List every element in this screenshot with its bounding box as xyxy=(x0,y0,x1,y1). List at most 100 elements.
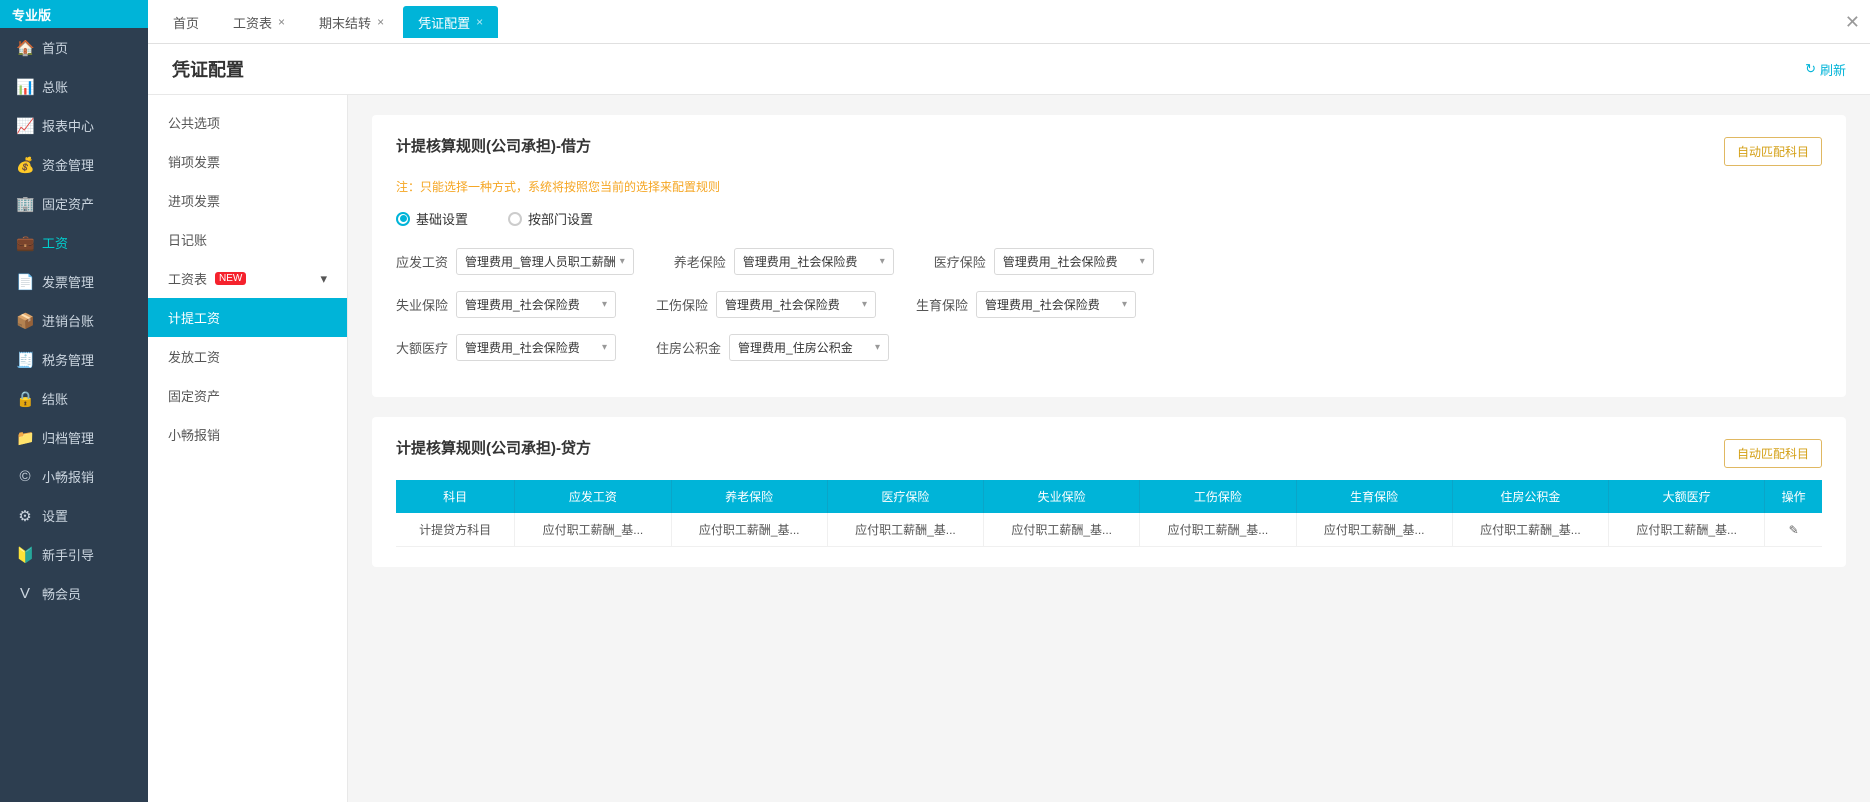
cell-shi-ye: 应付职工薪酬_基... xyxy=(984,513,1140,547)
col-subject: 科目 xyxy=(396,480,515,513)
tab-bar: 首页 工资表 × 期末结转 × 凭证配置 × ✕ xyxy=(148,0,1870,44)
menu-item-sales-invoice[interactable]: 销项发票 xyxy=(148,142,347,181)
invoices-icon: 📄 xyxy=(16,273,34,291)
main-area: 首页 工资表 × 期末结转 × 凭证配置 × ✕ 凭证配置 ↻ 刷新 公共选项 xyxy=(148,0,1870,802)
sidebar-item-invoices[interactable]: 📄 发票管理 xyxy=(0,262,148,301)
sidebar-item-member[interactable]: V 畅会员 xyxy=(0,574,148,613)
radio-basic[interactable]: 基础设置 xyxy=(396,209,468,228)
menu-item-salary-table[interactable]: 工资表 NEW ▾ xyxy=(148,259,347,298)
select-sheng-yu[interactable]: 管理费用_社会保险费 ▾ xyxy=(976,291,1136,318)
select-shi-ye[interactable]: 管理费用_社会保险费 ▾ xyxy=(456,291,616,318)
settings-icon: ⚙ xyxy=(16,507,34,525)
sidebar-item-salary[interactable]: 💼 工资 xyxy=(0,223,148,262)
field-yi-liao: 医疗保险 管理费用_社会保险费 ▾ xyxy=(934,248,1154,275)
col-yi-liao: 医疗保险 xyxy=(827,480,983,513)
label-da-e: 大额医疗 xyxy=(396,338,448,357)
sidebar-item-stockbook[interactable]: 📦 进销台账 xyxy=(0,301,148,340)
section1-header-row: 计提核算规则(公司承担)-借方 自动匹配科目 xyxy=(396,135,1822,168)
cell-yi-liao: 应付职工薪酬_基... xyxy=(827,513,983,547)
page-header: 凭证配置 ↻ 刷新 xyxy=(148,44,1870,95)
xiaochang-icon: © xyxy=(16,468,34,485)
tax-icon: 🧾 xyxy=(16,351,34,369)
salary-icon: 💼 xyxy=(16,234,34,252)
assets-icon: 🏢 xyxy=(16,195,34,213)
sidebar-item-close[interactable]: 🔒 结账 xyxy=(0,379,148,418)
sidebar-item-xiaochang[interactable]: © 小畅报销 xyxy=(0,457,148,496)
section2-header-row: 计提核算规则(公司承担)-贷方 自动匹配科目 xyxy=(396,437,1822,470)
sidebar-item-assets[interactable]: 🏢 固定资产 xyxy=(0,184,148,223)
guide-icon: 🔰 xyxy=(16,546,34,564)
form-row-3: 大额医疗 管理费用_社会保险费 ▾ 住房公积金 管理费用_住房公积金 ▾ xyxy=(396,334,1822,361)
menu-item-xiaochang-reimbursement[interactable]: 小畅报销 xyxy=(148,415,347,454)
field-yang-lao: 养老保险 管理费用_社会保险费 ▾ xyxy=(674,248,894,275)
sidebar-item-tax[interactable]: 🧾 税务管理 xyxy=(0,340,148,379)
sidebar-item-settings[interactable]: ⚙ 设置 xyxy=(0,496,148,535)
page-title: 凭证配置 xyxy=(172,56,244,82)
radio-group: 基础设置 按部门设置 xyxy=(396,209,1822,228)
refresh-button[interactable]: ↻ 刷新 xyxy=(1805,60,1846,79)
menu-item-purchase-invoice[interactable]: 进项发票 xyxy=(148,181,347,220)
menu-item-accrual-salary[interactable]: 计提工资 xyxy=(148,298,347,337)
form-row-2: 失业保险 管理费用_社会保险费 ▾ 工伤保险 管理费用_社会保险费 ▾ xyxy=(396,291,1822,318)
chevron-down-icon: ▾ xyxy=(620,256,625,267)
chevron-down-icon2: ▾ xyxy=(880,256,885,267)
cell-sheng-yu: 应付职工薪酬_基... xyxy=(1296,513,1452,547)
close-icon: 🔒 xyxy=(16,390,34,408)
section1-note: 注：只能选择一种方式，系统将按照您当前的选择来配置规则 xyxy=(396,178,1822,195)
tab-period-close-icon[interactable]: × xyxy=(377,15,384,29)
tab-voucher-config[interactable]: 凭证配置 × xyxy=(403,6,498,38)
chevron-down-icon8: ▾ xyxy=(875,342,880,353)
chevron-down-icon5: ▾ xyxy=(862,299,867,310)
cell-action[interactable]: ✎ xyxy=(1765,513,1822,547)
tab-period-close[interactable]: 期末结转 × xyxy=(304,6,399,38)
field-ying-fa: 应发工资 管理费用_管理人员职工薪酬 ▾ xyxy=(396,248,634,275)
archive-icon: 📁 xyxy=(16,429,34,447)
table-row: 计提贷方科目 应付职工薪酬_基... 应付职工薪酬_基... 应付职工薪酬_基.… xyxy=(396,513,1822,547)
label-gongjijin: 住房公积金 xyxy=(656,338,721,357)
edit-icon[interactable]: ✎ xyxy=(1789,523,1799,537)
label-gong-shang: 工伤保险 xyxy=(656,295,708,314)
sidebar-item-reports[interactable]: 📈 报表中心 xyxy=(0,106,148,145)
credit-table: 科目 应发工资 养老保险 医疗保险 失业保险 工伤保险 生育保险 住房公积金 大… xyxy=(396,480,1822,547)
tab-salary-table[interactable]: 工资表 × xyxy=(218,6,300,38)
select-gongjijin[interactable]: 管理费用_住房公积金 ▾ xyxy=(729,334,889,361)
member-icon: V xyxy=(16,585,34,602)
tab-salary-close-icon[interactable]: × xyxy=(278,15,285,29)
home-icon: 🏠 xyxy=(16,39,34,57)
col-gong-shang: 工伤保险 xyxy=(1140,480,1296,513)
sidebar-item-ledger[interactable]: 📊 总账 xyxy=(0,67,148,106)
radio-by-dept[interactable]: 按部门设置 xyxy=(508,209,593,228)
col-ying-fa: 应发工资 xyxy=(515,480,671,513)
refresh-icon: ↻ xyxy=(1805,61,1816,77)
form-row-1: 应发工资 管理费用_管理人员职工薪酬 ▾ 养老保险 管理费用_社会保险费 ▾ xyxy=(396,248,1822,275)
tab-voucher-close-icon[interactable]: × xyxy=(476,15,483,29)
sidebar-item-guide[interactable]: 🔰 新手引导 xyxy=(0,535,148,574)
sidebar-item-home[interactable]: 🏠 首页 xyxy=(0,28,148,67)
sidebar-item-funds[interactable]: 💰 资金管理 xyxy=(0,145,148,184)
window-close-button[interactable]: ✕ xyxy=(1845,12,1860,33)
field-gongjijin: 住房公积金 管理费用_住房公积金 ▾ xyxy=(656,334,889,361)
menu-item-pay-salary[interactable]: 发放工资 xyxy=(148,337,347,376)
menu-item-fixed-assets[interactable]: 固定资产 xyxy=(148,376,347,415)
select-yang-lao[interactable]: 管理费用_社会保险费 ▾ xyxy=(734,248,894,275)
select-da-e[interactable]: 管理费用_社会保险费 ▾ xyxy=(456,334,616,361)
tab-period-close-label: 期末结转 xyxy=(319,13,371,32)
menu-item-public-options[interactable]: 公共选项 xyxy=(148,103,347,142)
col-action: 操作 xyxy=(1765,480,1822,513)
field-shi-ye: 失业保险 管理费用_社会保险费 ▾ xyxy=(396,291,616,318)
chevron-down-icon7: ▾ xyxy=(602,342,607,353)
cell-gongjijin: 应付职工薪酬_基... xyxy=(1452,513,1608,547)
select-ying-fa[interactable]: 管理费用_管理人员职工薪酬 ▾ xyxy=(456,248,634,275)
radio-dept-circle xyxy=(508,212,522,226)
col-sheng-yu: 生育保险 xyxy=(1296,480,1452,513)
tab-home[interactable]: 首页 xyxy=(158,6,214,38)
auto-match-credit-button[interactable]: 自动匹配科目 xyxy=(1724,439,1822,468)
section-credit: 计提核算规则(公司承担)-贷方 自动匹配科目 科目 应发工资 养老保险 医疗保险… xyxy=(372,417,1846,567)
cell-subject: 计提贷方科目 xyxy=(396,513,515,547)
select-yi-liao[interactable]: 管理费用_社会保险费 ▾ xyxy=(994,248,1154,275)
menu-item-journal[interactable]: 日记账 xyxy=(148,220,347,259)
tab-salary-table-label: 工资表 xyxy=(233,13,272,32)
auto-match-debit-button[interactable]: 自动匹配科目 xyxy=(1724,137,1822,166)
select-gong-shang[interactable]: 管理费用_社会保险费 ▾ xyxy=(716,291,876,318)
sidebar-item-archive[interactable]: 📁 归档管理 xyxy=(0,418,148,457)
